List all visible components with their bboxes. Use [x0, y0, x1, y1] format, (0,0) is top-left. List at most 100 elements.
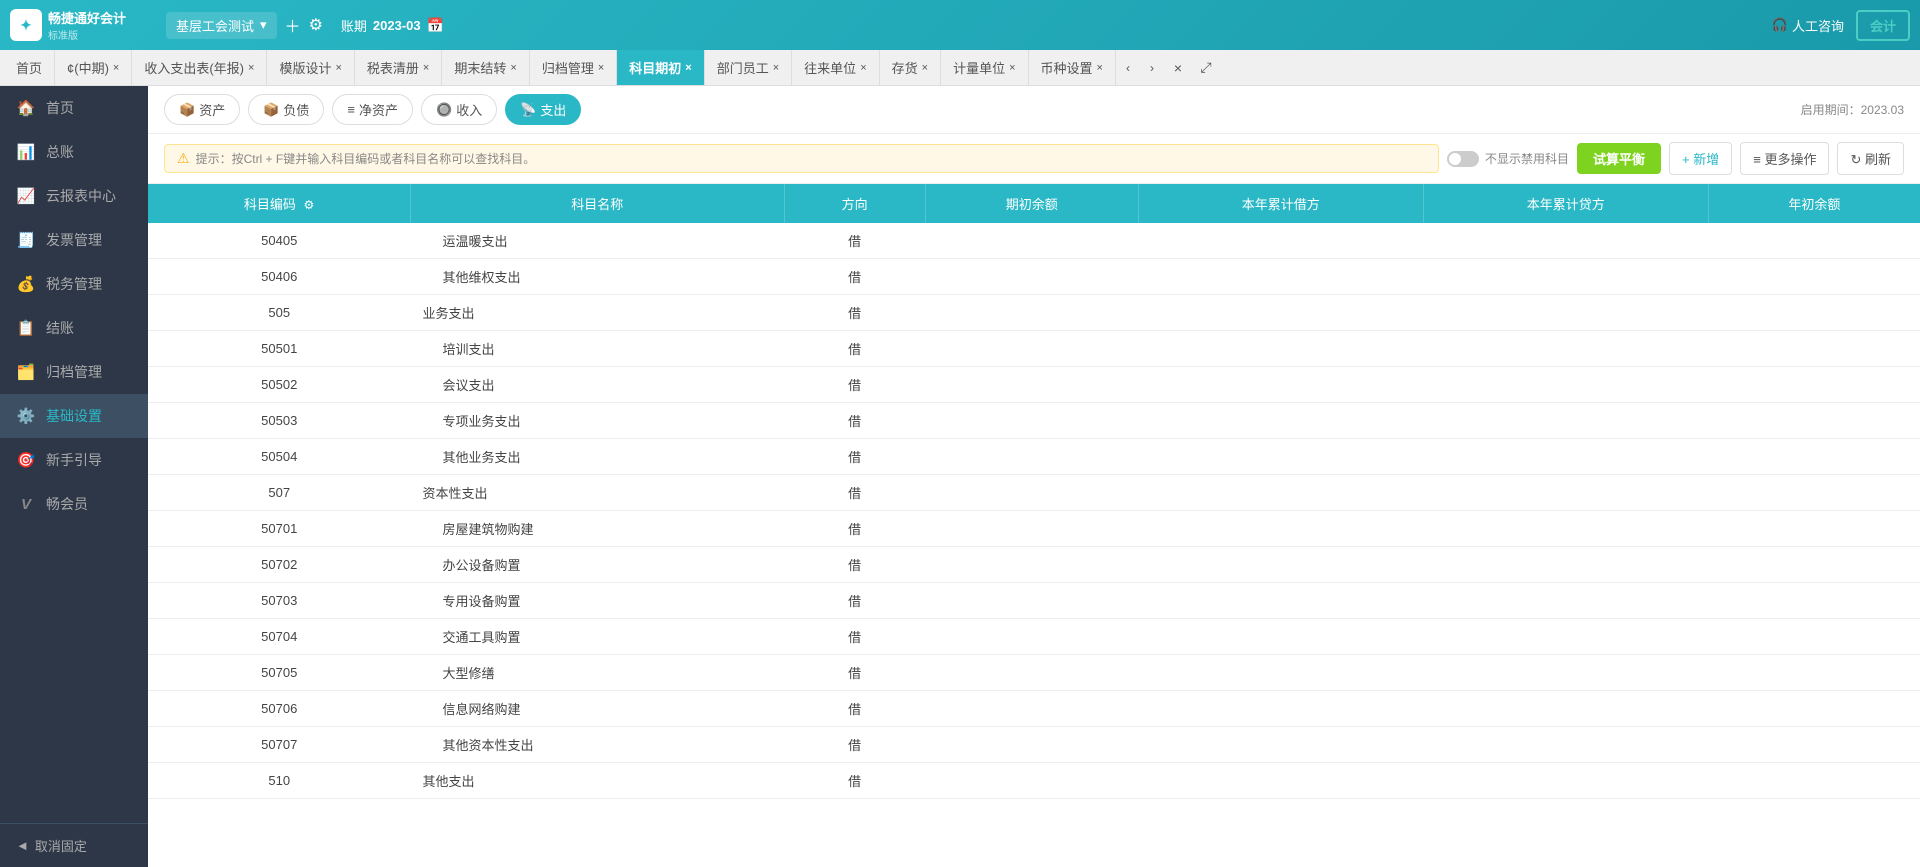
- table-row[interactable]: 50705 大型修缮 借: [148, 655, 1920, 691]
- table-row[interactable]: 505 业务支出 借: [148, 295, 1920, 331]
- close-department-icon[interactable]: ×: [773, 62, 779, 74]
- table-row[interactable]: 50704 交通工具购置 借: [148, 619, 1920, 655]
- cell-opening: [925, 547, 1138, 583]
- more-button[interactable]: ≡ 更多操作: [1740, 142, 1829, 175]
- sidebar-item-report[interactable]: 📈 云报表中心: [0, 174, 148, 218]
- cell-opening: [925, 223, 1138, 259]
- table-row[interactable]: 50503 专项业务支出 借: [148, 403, 1920, 439]
- toggle-switch-area: 不显示禁用科目: [1447, 150, 1569, 167]
- cell-ytd-debit: [1138, 367, 1423, 403]
- info-icon: ⚠: [177, 150, 190, 167]
- cell-name: 交通工具购置: [411, 619, 785, 655]
- sub-tab-income[interactable]: 🔘 收入: [421, 94, 497, 125]
- table-row[interactable]: 510 其他支出 借: [148, 763, 1920, 799]
- tab-template[interactable]: 模版设计 ×: [267, 50, 354, 86]
- table-row[interactable]: 50703 专用设备购置 借: [148, 583, 1920, 619]
- sidebar-item-settings[interactable]: ⚙️ 基础设置: [0, 394, 148, 438]
- tab-tax[interactable]: 税表清册 ×: [355, 50, 442, 86]
- cell-ytd-credit: [1423, 619, 1708, 655]
- add-project-icon[interactable]: ＋: [285, 13, 301, 37]
- disabled-toggle[interactable]: [1447, 151, 1479, 167]
- sub-tab-net-asset[interactable]: ≡ 净资产: [332, 94, 413, 125]
- sidebar-item-closing[interactable]: 📋 结账: [0, 306, 148, 350]
- close-interim-icon[interactable]: ×: [113, 62, 119, 74]
- cell-opening: [925, 367, 1138, 403]
- balance-button[interactable]: 试算平衡: [1577, 143, 1661, 174]
- account-button[interactable]: 会计: [1856, 10, 1910, 41]
- cell-name: 大型修缮: [411, 655, 785, 691]
- cell-ytd-debit: [1138, 223, 1423, 259]
- tab-unit[interactable]: 计量单位 ×: [941, 50, 1028, 86]
- cell-opening: [925, 295, 1138, 331]
- cell-ytd-debit: [1138, 727, 1423, 763]
- close-contacts-icon[interactable]: ×: [860, 62, 866, 74]
- tab-scroll-left-btn[interactable]: ‹: [1116, 50, 1140, 86]
- cell-ytd-credit: [1423, 439, 1708, 475]
- table-row[interactable]: 50702 办公设备购置 借: [148, 547, 1920, 583]
- cell-ytd-debit: [1138, 295, 1423, 331]
- close-inventory-icon[interactable]: ×: [922, 62, 928, 74]
- cell-opening: [925, 619, 1138, 655]
- sidebar-collapse-btn[interactable]: ◄ 取消固定: [0, 823, 148, 867]
- calendar-icon[interactable]: 📅: [427, 17, 444, 34]
- table-row[interactable]: 507 资本性支出 借: [148, 475, 1920, 511]
- tab-department[interactable]: 部门员工 ×: [705, 50, 792, 86]
- sidebar-item-tax[interactable]: 💰 税务管理: [0, 262, 148, 306]
- tab-contacts[interactable]: 往来单位 ×: [792, 50, 879, 86]
- col-year-open: 年初余额: [1708, 184, 1920, 223]
- main-content: 📦 资产 📦 负债 ≡ 净资产 🔘 收入 📡 支出 启用期间：2023.03: [148, 86, 1920, 867]
- cell-opening: [925, 439, 1138, 475]
- cell-direction: 借: [784, 511, 925, 547]
- sub-tab-liability[interactable]: 📦 负债: [248, 94, 324, 125]
- tab-expand-btn[interactable]: ⤢: [1192, 50, 1220, 86]
- sidebar-item-home[interactable]: 🏠 首页: [0, 86, 148, 130]
- sidebar-item-member[interactable]: V 畅会员: [0, 482, 148, 526]
- close-period-end-icon[interactable]: ×: [510, 62, 516, 74]
- col-settings-icon[interactable]: ⚙: [303, 198, 314, 212]
- table-row[interactable]: 50406 其他维权支出 借: [148, 259, 1920, 295]
- table-row[interactable]: 50502 会议支出 借: [148, 367, 1920, 403]
- close-currency-icon[interactable]: ×: [1097, 62, 1103, 74]
- table-row[interactable]: 50405 运温暖支出 借: [148, 223, 1920, 259]
- table-row[interactable]: 50706 信息网络购建 借: [148, 691, 1920, 727]
- sub-tab-expense[interactable]: 📡 支出: [505, 94, 581, 125]
- tab-currency[interactable]: 币种设置 ×: [1029, 50, 1116, 86]
- sidebar-item-invoice[interactable]: 🧾 发票管理: [0, 218, 148, 262]
- add-button[interactable]: + 新增: [1669, 142, 1732, 175]
- tab-close-all-btn[interactable]: ×: [1164, 50, 1192, 86]
- table-row[interactable]: 50701 房屋建筑物购建 借: [148, 511, 1920, 547]
- sidebar-item-archive[interactable]: 🗂️ 归档管理: [0, 350, 148, 394]
- table-row[interactable]: 50501 培训支出 借: [148, 331, 1920, 367]
- cell-ytd-debit: [1138, 691, 1423, 727]
- settings-icon[interactable]: ⚙: [309, 15, 323, 35]
- close-unit-icon[interactable]: ×: [1009, 62, 1015, 74]
- cell-ytd-credit: [1423, 259, 1708, 295]
- cell-year-open: [1708, 727, 1920, 763]
- cell-year-open: [1708, 763, 1920, 799]
- sub-tab-asset[interactable]: 📦 资产: [164, 94, 240, 125]
- tab-inventory[interactable]: 存货 ×: [880, 50, 941, 86]
- tab-scroll-right-btn[interactable]: ›: [1140, 50, 1164, 86]
- income-icon: 🔘: [436, 102, 452, 118]
- table-row[interactable]: 50707 其他资本性支出 借: [148, 727, 1920, 763]
- tab-archive[interactable]: 归档管理 ×: [530, 50, 617, 86]
- top-right: 🎧 人工咨询 会计: [1772, 10, 1910, 41]
- sidebar-item-guide[interactable]: 🎯 新手引导: [0, 438, 148, 482]
- close-template-icon[interactable]: ×: [335, 62, 341, 74]
- close-tax-icon[interactable]: ×: [423, 62, 429, 74]
- tab-subject-init[interactable]: 科目期初 ×: [617, 50, 704, 86]
- close-income-icon[interactable]: ×: [248, 62, 254, 74]
- tab-income[interactable]: 收入支出表(年报) ×: [132, 50, 267, 86]
- tab-interim[interactable]: ¢(中期) ×: [55, 50, 132, 86]
- cell-code: 50406: [148, 259, 411, 295]
- refresh-button[interactable]: ↻ 刷新: [1837, 142, 1904, 175]
- tab-home[interactable]: 首页: [4, 50, 55, 86]
- close-subject-init-icon[interactable]: ×: [685, 62, 691, 74]
- help-button[interactable]: 🎧 人工咨询: [1772, 16, 1844, 35]
- table-row[interactable]: 50504 其他业务支出 借: [148, 439, 1920, 475]
- close-archive-icon[interactable]: ×: [598, 62, 604, 74]
- sidebar-item-ledger[interactable]: 📊 总账: [0, 130, 148, 174]
- tab-period-end[interactable]: 期末结转 ×: [442, 50, 529, 86]
- cell-direction: 借: [784, 655, 925, 691]
- project-selector[interactable]: 基层工会测试 ▾: [166, 12, 277, 39]
